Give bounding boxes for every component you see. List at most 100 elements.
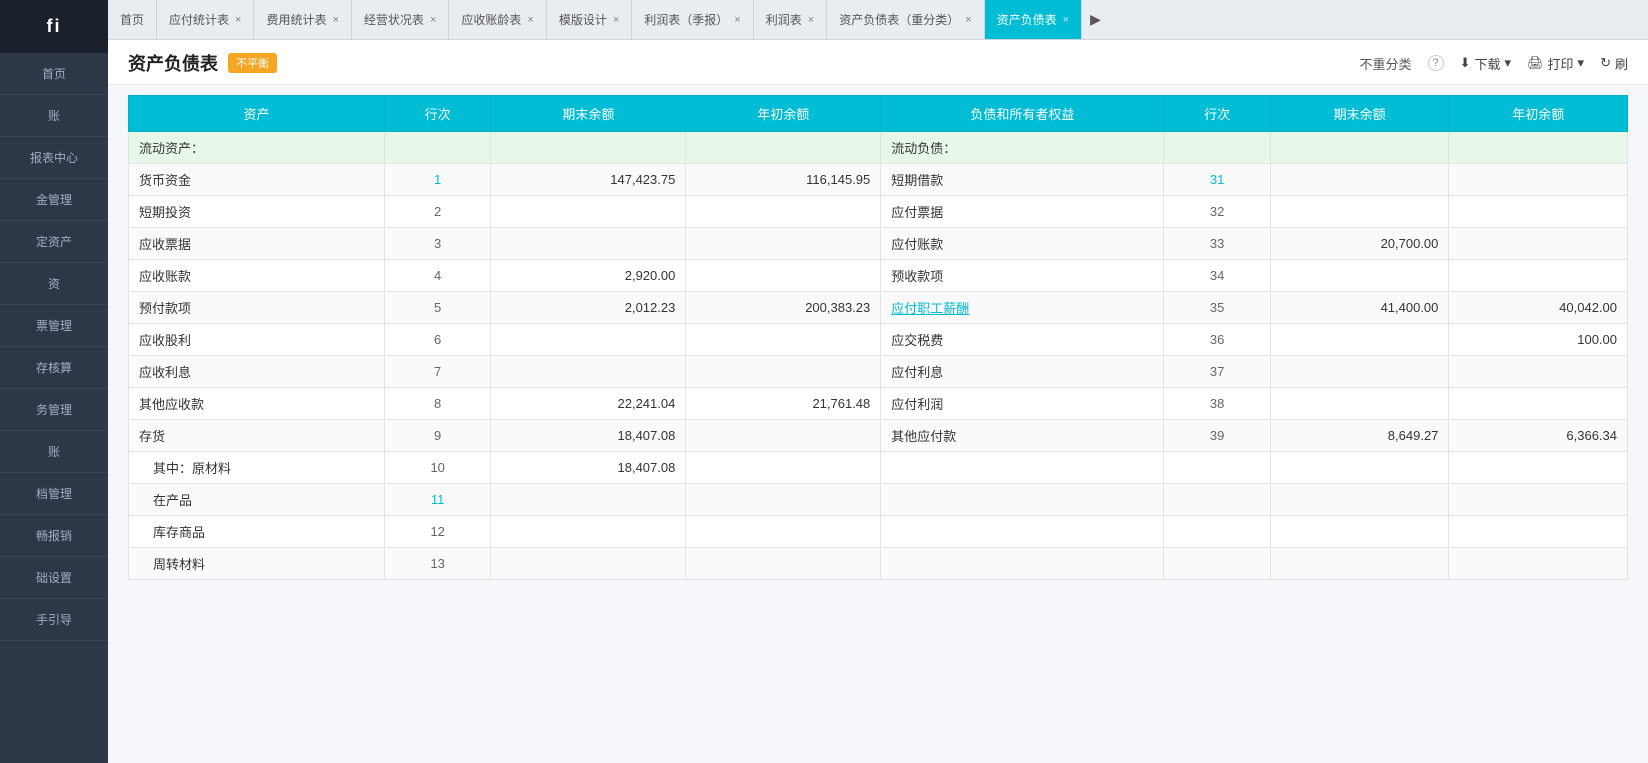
right-label-3: 应付账款 [881, 228, 1164, 260]
page-title-area: 资产负债表 不平衡 [128, 50, 277, 76]
right-row-5: 35 [1164, 292, 1270, 324]
left-year-5: 200,383.23 [686, 292, 881, 324]
tab-receivable-aging[interactable]: 应收账龄表 × [449, 0, 546, 40]
right-year-5: 40,042.00 [1449, 292, 1628, 324]
right-year-6: 100.00 [1449, 324, 1628, 356]
left-row-5: 5 [384, 292, 490, 324]
left-end-1: 147,423.75 [491, 164, 686, 196]
col-header-year-balance-left: 年初余额 [686, 96, 881, 132]
right-year-2 [1449, 196, 1628, 228]
cat-end-left [491, 132, 686, 164]
tab-balance-reclassified-close[interactable]: × [965, 14, 971, 26]
balance-sheet-table: 资产 行次 期末余额 年初余额 负债和所有者权益 行次 期末余额 年初余额 流动… [128, 95, 1628, 580]
right-year-7 [1449, 356, 1628, 388]
table-row: 应收利息 7 应付利息 37 [129, 356, 1628, 388]
tab-balance[interactable]: 资产负债表 × [985, 0, 1082, 40]
tab-balance-reclassified-label: 资产负债表（重分类） [839, 11, 959, 28]
left-label-5: 预付款项 [129, 292, 385, 324]
tab-receivable-aging-close[interactable]: × [527, 14, 533, 26]
left-end-2 [491, 196, 686, 228]
help-icon[interactable]: ? [1428, 55, 1444, 71]
col-header-liabilities: 负债和所有者权益 [881, 96, 1164, 132]
tab-expense-stats[interactable]: 费用统计表 × [254, 0, 351, 40]
refresh-button[interactable]: ↻ 刷 [1600, 54, 1628, 73]
right-end-3: 20,700.00 [1270, 228, 1449, 260]
cat-end-right [1270, 132, 1449, 164]
sidebar-item-docs[interactable]: 档管理 [0, 473, 108, 515]
download-button[interactable]: ⬇ 下载 ▾ [1460, 54, 1511, 73]
tab-profit-quarterly[interactable]: 利润表（季报） × [632, 0, 753, 40]
left-year-7 [686, 356, 881, 388]
right-row-7: 37 [1164, 356, 1270, 388]
table-row: 其他应收款 8 22,241.04 21,761.48 应付利润 38 [129, 388, 1628, 420]
sidebar-item-ledger[interactable]: 账 [0, 431, 108, 473]
cat-year-left [686, 132, 881, 164]
sidebar-item-guide[interactable]: 手引导 [0, 599, 108, 641]
left-row-3: 3 [384, 228, 490, 260]
tab-template-design-close[interactable]: × [613, 14, 619, 26]
sidebar-item-invoice[interactable]: 票管理 [0, 305, 108, 347]
col-header-row-right: 行次 [1164, 96, 1270, 132]
right-end-7 [1270, 356, 1449, 388]
left-end-10: 18,407.08 [491, 452, 686, 484]
sidebar-item-home[interactable]: 首页 [0, 53, 108, 95]
right-row-13 [1164, 548, 1270, 580]
print-label: 打印 [1548, 54, 1574, 73]
left-row-1: 1 [384, 164, 490, 196]
tab-operations-close[interactable]: × [430, 14, 436, 26]
tab-scroll-right[interactable]: ▶ [1082, 11, 1109, 28]
right-label-2: 应付票据 [881, 196, 1164, 228]
tab-template-design[interactable]: 模版设计 × [547, 0, 632, 40]
table-row: 预付款项 5 2,012.23 200,383.23 应付职工薪酬 35 41,… [129, 292, 1628, 324]
sidebar-item-reports[interactable]: 报表中心 [0, 137, 108, 179]
left-end-8: 22,241.04 [491, 388, 686, 420]
right-row-12 [1164, 516, 1270, 548]
right-year-9: 6,366.34 [1449, 420, 1628, 452]
sidebar-item-settings[interactable]: 础设置 [0, 557, 108, 599]
tab-balance-close[interactable]: × [1063, 14, 1069, 26]
tab-balance-reclassified[interactable]: 资产负债表（重分类） × [827, 0, 984, 40]
tab-receivable-aging-label: 应收账龄表 [461, 11, 521, 28]
table-container: 资产 行次 期末余额 年初余额 负债和所有者权益 行次 期末余额 年初余额 流动… [108, 85, 1648, 763]
page-title: 资产负债表 [128, 50, 218, 76]
left-year-6 [686, 324, 881, 356]
current-liabilities-label: 流动负债： [881, 132, 1164, 164]
table-row-sub: 在产品 11 [129, 484, 1628, 516]
unbalanced-badge: 不平衡 [228, 53, 277, 73]
left-year-2 [686, 196, 881, 228]
sidebar-item-finance[interactable]: 金管理 [0, 179, 108, 221]
sidebar-item-tax[interactable]: 务管理 [0, 389, 108, 431]
print-button[interactable]: 🖨 打印 ▾ [1527, 54, 1584, 73]
col-header-end-balance-right: 期末余额 [1270, 96, 1449, 132]
tab-profit-close[interactable]: × [808, 14, 814, 26]
tab-home[interactable]: 首页 [108, 0, 157, 40]
left-label-4: 应收账款 [129, 260, 385, 292]
tab-profit-quarterly-close[interactable]: × [734, 14, 740, 26]
sidebar-item-expense[interactable]: 畅报销 [0, 515, 108, 557]
tab-payable-stats-close[interactable]: × [235, 14, 241, 26]
left-row-9: 9 [384, 420, 490, 452]
tab-expense-stats-close[interactable]: × [332, 14, 338, 26]
left-end-9: 18,407.08 [491, 420, 686, 452]
table-row-sub: 其中：原材料 10 18,407.08 [129, 452, 1628, 484]
sidebar-item-capital[interactable]: 资 [0, 263, 108, 305]
table-row: 应收账款 4 2,920.00 预收款项 34 [129, 260, 1628, 292]
right-label-12 [881, 516, 1164, 548]
refresh-label: 刷 [1615, 54, 1628, 73]
sidebar-item-assets[interactable]: 定资产 [0, 221, 108, 263]
col-header-year-balance-right: 年初余额 [1449, 96, 1628, 132]
left-year-9 [686, 420, 881, 452]
right-label-9: 其他应付款 [881, 420, 1164, 452]
sidebar-item-inventory[interactable]: 存核算 [0, 347, 108, 389]
tab-operations[interactable]: 经营状况表 × [352, 0, 449, 40]
col-header-assets: 资产 [129, 96, 385, 132]
tab-payable-stats[interactable]: 应付统计表 × [157, 0, 254, 40]
tab-profit[interactable]: 利润表 × [754, 0, 827, 40]
tab-operations-label: 经营状况表 [364, 11, 424, 28]
sidebar-item-account[interactable]: 账 [0, 95, 108, 137]
left-row-2: 2 [384, 196, 490, 228]
print-icon: 🖨 [1527, 55, 1544, 71]
tab-bar: 首页 应付统计表 × 费用统计表 × 经营状况表 × 应收账龄表 × 模版设计 … [108, 0, 1648, 40]
right-end-4 [1270, 260, 1449, 292]
right-row-9: 39 [1164, 420, 1270, 452]
